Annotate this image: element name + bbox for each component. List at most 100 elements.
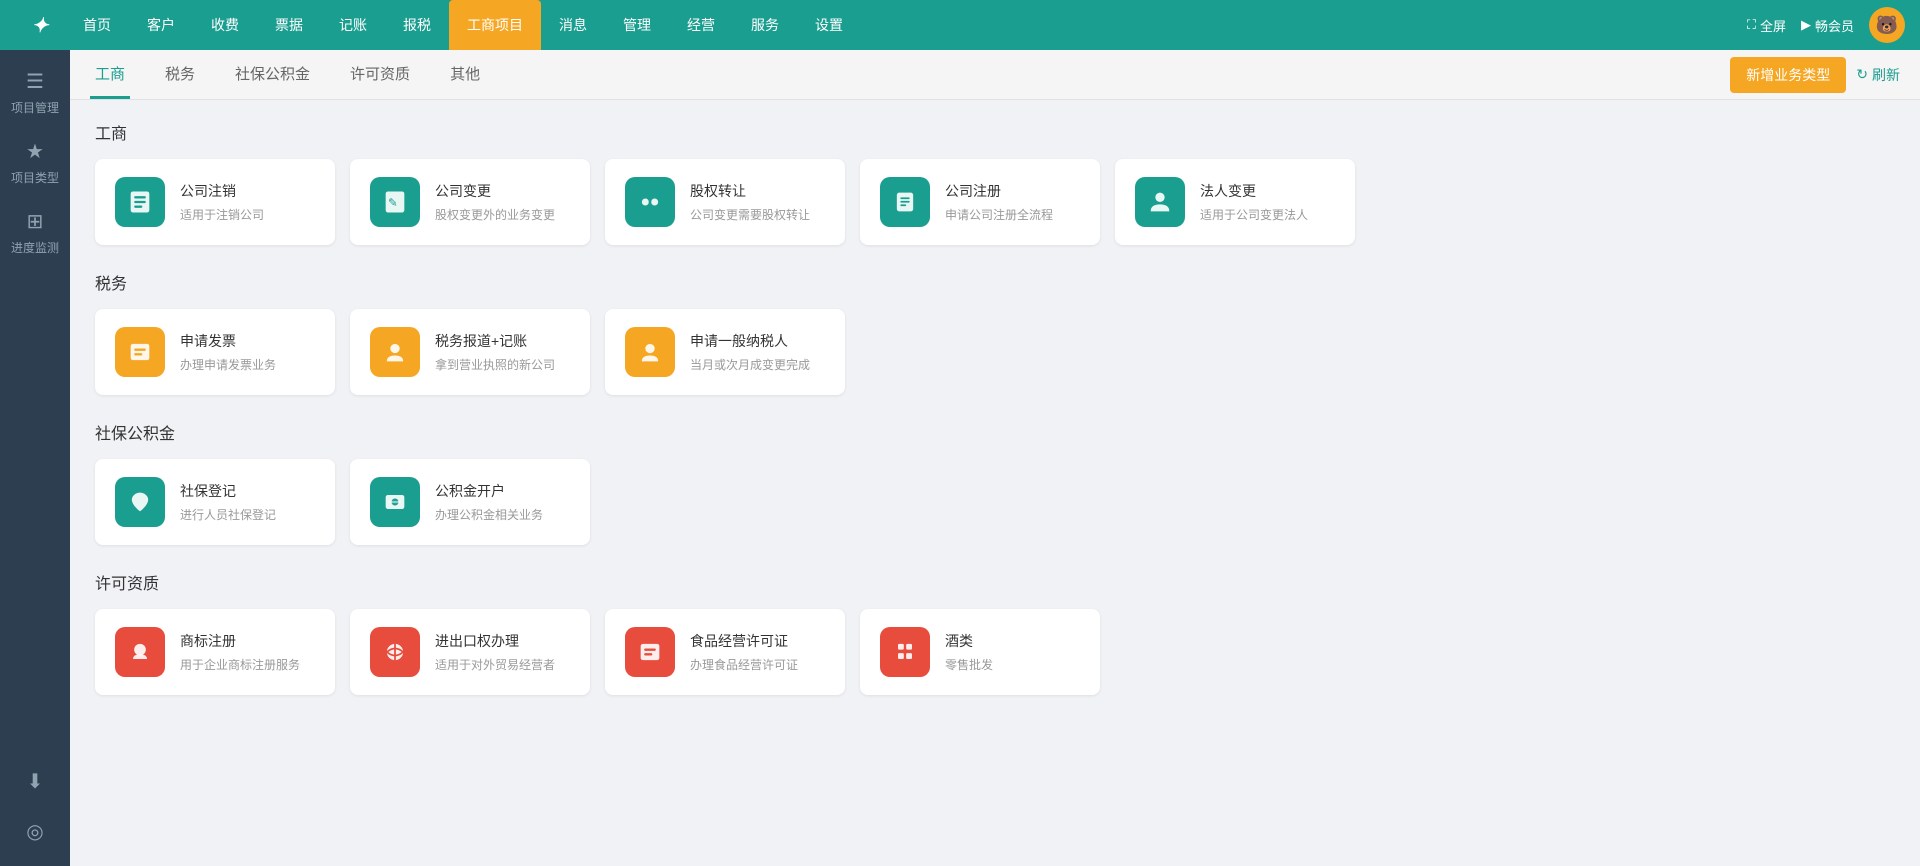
provident-fund-icon (370, 477, 420, 527)
import-export-icon (370, 627, 420, 677)
company-cancel-icon (115, 177, 165, 227)
food-license-icon (625, 627, 675, 677)
card-general-taxpayer[interactable]: 申请一般纳税人 当月或次月成变更完成 (605, 309, 845, 395)
import-export-title: 进出口权办理 (435, 631, 570, 651)
nav-accounting[interactable]: 记账 (321, 0, 385, 50)
fullscreen-icon: ⛶ (1747, 17, 1756, 33)
add-type-button[interactable]: 新增业务类型 (1730, 57, 1846, 93)
general-taxpayer-title: 申请一般纳税人 (690, 331, 825, 351)
tax-report-icon (370, 327, 420, 377)
sidebar-item-progress-monitor[interactable]: ⊞ 进度监测 (0, 200, 70, 265)
apply-invoice-desc: 办理申请发票业务 (180, 356, 315, 373)
top-navigation: ✦ 首页 客户 收费 票据 记账 报税 工商项目 消息 管理 经营 服务 设置 … (0, 0, 1920, 50)
card-legal-person-change[interactable]: 法人变更 适用于公司变更法人 (1115, 159, 1355, 245)
tab-other[interactable]: 其他 (445, 50, 485, 99)
sidebar-item-project-management[interactable]: ☰ 项目管理 (0, 60, 70, 125)
social-insurance-icon (115, 477, 165, 527)
download-icon: ⬇ (27, 769, 44, 794)
nav-client[interactable]: 客户 (129, 0, 193, 50)
provident-fund-title: 公积金开户 (435, 481, 570, 501)
fullscreen-label: 全屏 (1760, 16, 1786, 35)
card-company-register[interactable]: 公司注册 申请公司注册全流程 (860, 159, 1100, 245)
app-logo: ✦ (15, 13, 65, 38)
main-layout: ☰ 项目管理 ★ 项目类型 ⊞ 进度监测 ⬇ ◎ 工商 税务 社保公积金 (0, 50, 1920, 866)
tab-bar: 工商 税务 社保公积金 许可资质 其他 新增业务类型 ↻ 刷新 (70, 50, 1920, 100)
nav-services[interactable]: 服务 (733, 0, 797, 50)
import-export-desc: 适用于对外贸易经营者 (435, 656, 570, 673)
company-register-title: 公司注册 (945, 181, 1080, 201)
nav-operations[interactable]: 经营 (669, 0, 733, 50)
import-export-info: 进出口权办理 适用于对外贸易经营者 (435, 631, 570, 673)
card-import-export[interactable]: 进出口权办理 适用于对外贸易经营者 (350, 609, 590, 695)
tab-xuke[interactable]: 许可资质 (345, 50, 415, 99)
card-provident-fund[interactable]: 公积金开户 办理公积金相关业务 (350, 459, 590, 545)
company-change-info: 公司变更 股权变更外的业务变更 (435, 181, 570, 223)
cards-grid-shuiwu: 申请发票 办理申请发票业务 税务报道+记账 拿到营业执照的新公司 (95, 309, 1895, 395)
alcohol-info: 酒类 零售批发 (945, 631, 1080, 673)
nav-messages[interactable]: 消息 (541, 0, 605, 50)
refresh-icon: ↻ (1856, 66, 1868, 83)
alcohol-title: 酒类 (945, 631, 1080, 651)
vip-button[interactable]: ▶ 畅会员 (1801, 16, 1854, 35)
cards-grid-gongshang: 公司注销 适用于注销公司 ✎ 公司变更 股权变更外的业务变更 (95, 159, 1895, 245)
avatar[interactable]: 🐻 (1869, 7, 1905, 43)
vip-label: 畅会员 (1815, 16, 1854, 35)
grid-icon: ⊞ (27, 209, 44, 234)
card-social-insurance[interactable]: 社保登记 进行人员社保登记 (95, 459, 335, 545)
social-insurance-title: 社保登记 (180, 481, 315, 501)
sidebar-location-button[interactable]: ◎ (0, 811, 70, 851)
legal-person-title: 法人变更 (1200, 181, 1335, 201)
tab-shebao[interactable]: 社保公积金 (230, 50, 315, 99)
general-taxpayer-icon (625, 327, 675, 377)
card-food-license[interactable]: 食品经营许可证 办理食品经营许可证 (605, 609, 845, 695)
tax-report-title: 税务报道+记账 (435, 331, 570, 351)
section-title-xuke: 许可资质 (95, 570, 1895, 594)
card-alcohol[interactable]: 酒类 零售批发 (860, 609, 1100, 695)
vip-icon: ▶ (1801, 17, 1811, 33)
tax-report-desc: 拿到营业执照的新公司 (435, 356, 570, 373)
nav-settings[interactable]: 设置 (797, 0, 861, 50)
company-cancel-desc: 适用于注销公司 (180, 206, 315, 223)
content-area: 工商 税务 社保公积金 许可资质 其他 新增业务类型 ↻ 刷新 工商 (70, 50, 1920, 866)
social-insurance-desc: 进行人员社保登记 (180, 506, 315, 523)
nav-fees[interactable]: 收费 (193, 0, 257, 50)
tabs-container: 工商 税务 社保公积金 许可资质 其他 (90, 50, 485, 99)
card-trademark[interactable]: 商标注册 用于企业商标注册服务 (95, 609, 335, 695)
legal-person-desc: 适用于公司变更法人 (1200, 206, 1335, 223)
card-apply-invoice[interactable]: 申请发票 办理申请发票业务 (95, 309, 335, 395)
fullscreen-button[interactable]: ⛶ 全屏 (1747, 16, 1786, 35)
nav-tax-report[interactable]: 报税 (385, 0, 449, 50)
company-change-icon: ✎ (370, 177, 420, 227)
refresh-label: 刷新 (1872, 65, 1900, 85)
card-equity-transfer[interactable]: 股权转让 公司变更需要股权转让 (605, 159, 845, 245)
company-register-desc: 申请公司注册全流程 (945, 206, 1080, 223)
company-change-title: 公司变更 (435, 181, 570, 201)
trademark-info: 商标注册 用于企业商标注册服务 (180, 631, 315, 673)
tab-gongshang[interactable]: 工商 (90, 50, 130, 99)
refresh-button[interactable]: ↻ 刷新 (1856, 65, 1900, 85)
sidebar-label-project-management: 项目管理 (11, 99, 59, 116)
trademark-desc: 用于企业商标注册服务 (180, 656, 315, 673)
section-title-gongshang: 工商 (95, 120, 1895, 144)
nav-bills[interactable]: 票据 (257, 0, 321, 50)
company-register-icon (880, 177, 930, 227)
card-company-cancel[interactable]: 公司注销 适用于注销公司 (95, 159, 335, 245)
nav-business-project[interactable]: 工商项目 (449, 0, 541, 50)
list-icon: ☰ (26, 69, 44, 94)
tab-shuiwu[interactable]: 税务 (160, 50, 200, 99)
cards-grid-shebao: 社保登记 进行人员社保登记 公积金开户 办理公积金相关业务 (95, 459, 1895, 545)
trademark-icon (115, 627, 165, 677)
nav-management[interactable]: 管理 (605, 0, 669, 50)
sidebar-label-progress-monitor: 进度监测 (11, 239, 59, 256)
star-icon: ★ (26, 139, 44, 164)
card-company-change[interactable]: ✎ 公司变更 股权变更外的业务变更 (350, 159, 590, 245)
sidebar-item-project-type[interactable]: ★ 项目类型 (0, 130, 70, 195)
equity-transfer-desc: 公司变更需要股权转让 (690, 206, 825, 223)
alcohol-desc: 零售批发 (945, 656, 1080, 673)
company-register-info: 公司注册 申请公司注册全流程 (945, 181, 1080, 223)
card-tax-report[interactable]: 税务报道+记账 拿到营业执照的新公司 (350, 309, 590, 395)
nav-home[interactable]: 首页 (65, 0, 129, 50)
sidebar-download-button[interactable]: ⬇ (0, 761, 70, 801)
legal-person-info: 法人变更 适用于公司变更法人 (1200, 181, 1335, 223)
location-icon: ◎ (26, 819, 43, 844)
